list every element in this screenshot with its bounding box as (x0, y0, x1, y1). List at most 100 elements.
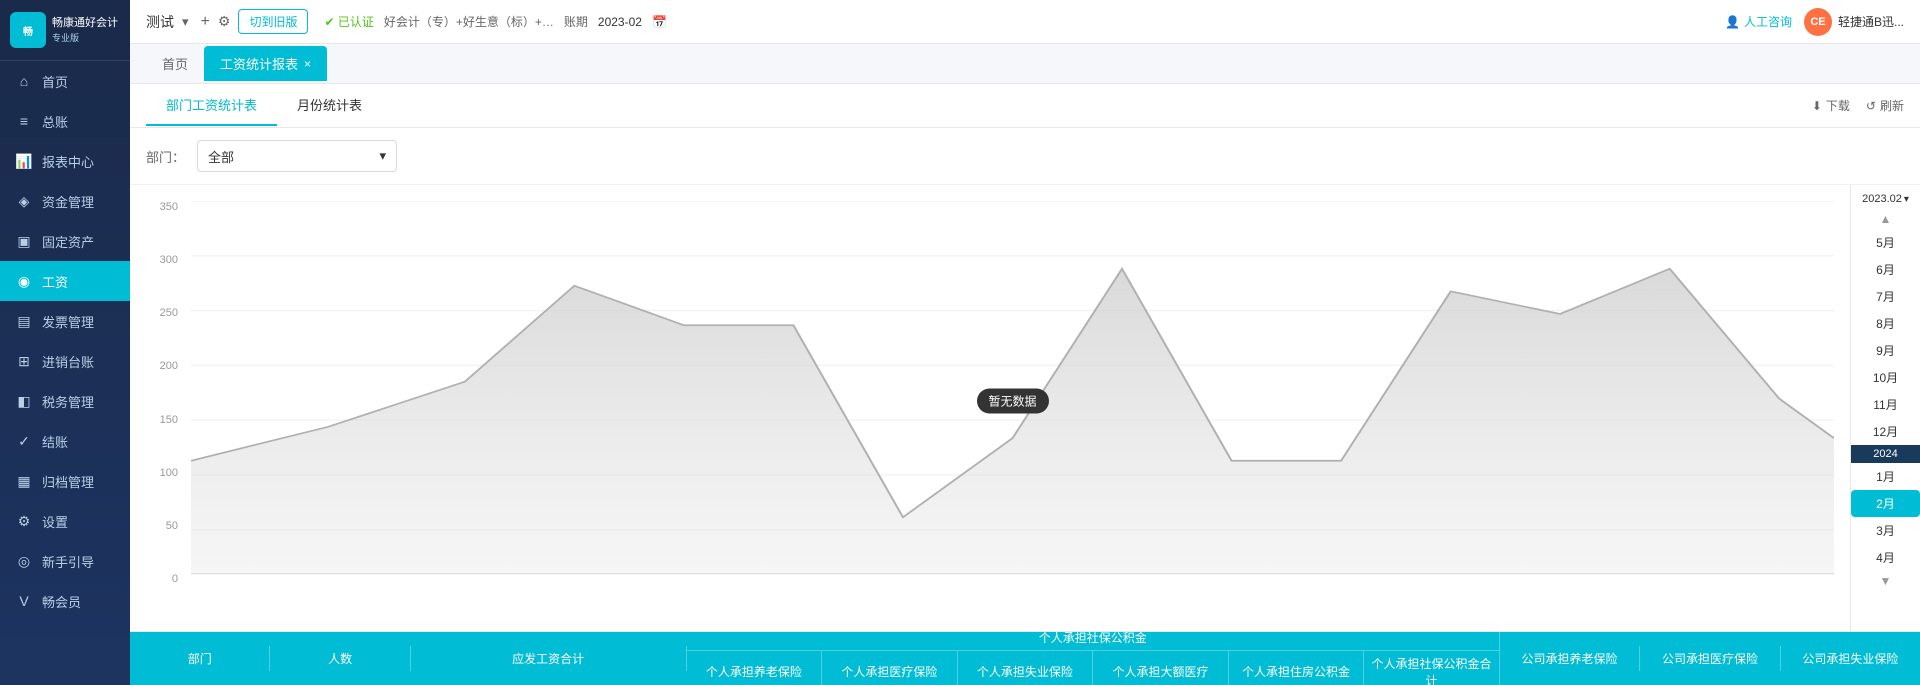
sidebar-item-label: 总账 (42, 112, 68, 131)
archive-icon: ▦ (14, 471, 34, 491)
table-header: 部门 人数 应发工资合计 个人承担社保公积金 个人承担养老保险 个人承担医疗保险… (130, 631, 1920, 685)
y-label-350: 350 (160, 201, 178, 213)
sidebar-item-ledger[interactable]: ≡ 总账 (0, 101, 130, 141)
sidebar-item-report[interactable]: 📊 报表中心 (0, 141, 130, 181)
tab-close-btn[interactable]: × (304, 57, 311, 71)
sidebar-item-settle[interactable]: ✓ 结账 (0, 421, 130, 461)
tabbar: 首页 工资统计报表 × (130, 44, 1920, 84)
y-label-50: 50 (166, 520, 178, 532)
chart-tooltip: 暂无数据 (976, 388, 1048, 413)
sidebar: 畅 畅康通好会计 专业版 ⌂ 首页 ≡ 总账 📊 报表中心 ◈ 资金管理 ▣ 固… (0, 0, 130, 685)
sidebar-item-sales[interactable]: ⊞ 进销台账 (0, 341, 130, 381)
sidebar-item-label: 归档管理 (42, 472, 94, 491)
sidebar-item-invoice[interactable]: ▤ 发票管理 (0, 301, 130, 341)
content-area: 部门工资统计表 月份统计表 ⬇ 下载 ↺ 刷新 部门： 全部 ▾ (130, 84, 1920, 685)
date-item-12[interactable]: 12月 (1851, 418, 1920, 445)
add-tab-btn[interactable]: + (201, 13, 210, 31)
y-label-100: 100 (160, 467, 178, 479)
sidebar-item-asset[interactable]: ▣ 固定资产 (0, 221, 130, 261)
member-icon: V (14, 591, 34, 611)
subtab-dept[interactable]: 部门工资统计表 (146, 85, 277, 126)
filter-value: 全部 (208, 147, 234, 166)
salary-icon: ◉ (14, 271, 34, 291)
tab-home[interactable]: 首页 (146, 46, 204, 81)
certified-badge: ✔ 已认证 (324, 13, 373, 30)
calendar-icon[interactable]: 📅 (652, 15, 667, 29)
th-personal-housing-fund: 个人承担住房公积金 (1229, 651, 1365, 685)
sidebar-item-label: 税务管理 (42, 392, 94, 411)
report-icon: 📊 (14, 151, 34, 171)
refresh-icon: ↺ (1866, 99, 1876, 113)
date-item-2024-4[interactable]: 4月 (1851, 544, 1920, 571)
th-company-medical: 公司承担医疗保险 (1640, 646, 1780, 671)
app-name: 畅康通好会计 (52, 16, 118, 30)
th-company-pension: 公司承担养老保险 (1500, 646, 1640, 671)
sidebar-item-label: 进销台账 (42, 352, 94, 371)
settings-gear-btn[interactable]: ⚙ (218, 13, 231, 30)
sidebar-item-label: 发票管理 (42, 312, 94, 331)
account-tags: 好会计（专）+好生意（标）+… (384, 13, 554, 30)
fund-icon: ◈ (14, 191, 34, 211)
sidebar-item-tax[interactable]: ◧ 税务管理 (0, 381, 130, 421)
user-name: 轻捷通B迅... (1838, 13, 1904, 30)
y-label-250: 250 (160, 307, 178, 319)
date-item-7[interactable]: 7月 (1851, 283, 1920, 310)
sidebar-item-label: 畅会员 (42, 592, 81, 611)
sidebar-item-archive[interactable]: ▦ 归档管理 (0, 461, 130, 501)
sidebar-item-salary[interactable]: ◉ 工资 (0, 261, 130, 301)
refresh-btn[interactable]: ↺ 刷新 (1866, 97, 1904, 114)
chart-container: 350 300 250 200 150 100 50 0 (146, 201, 1834, 615)
date-next-btn[interactable]: ▼ (1876, 571, 1896, 591)
date-item-5[interactable]: 5月 (1851, 229, 1920, 256)
chart-wrapper: 350 300 250 200 150 100 50 0 (130, 185, 1920, 631)
date-item-6[interactable]: 6月 (1851, 256, 1920, 283)
date-current-value: 2023.02 (1862, 193, 1902, 205)
dept-filter-label: 部门： (146, 147, 185, 166)
date-panel-header[interactable]: 2023.02 ▾ (1862, 193, 1909, 205)
chevron-down-icon: ▾ (379, 148, 386, 164)
date-item-2024-2[interactable]: 2月 (1851, 490, 1920, 517)
main-content: 测试 ▾ + ⚙ 切到旧版 ✔ 已认证 好会计（专）+好生意（标）+… 账期 2… (130, 0, 1920, 685)
date-item-2024-3[interactable]: 3月 (1851, 517, 1920, 544)
date-panel: 2023.02 ▾ ▲ 5月 6月 7月 8月 9月 10月 11月 12月 2… (1850, 185, 1920, 631)
filterbar: 部门： 全部 ▾ (130, 128, 1920, 185)
topbar: 测试 ▾ + ⚙ 切到旧版 ✔ 已认证 好会计（专）+好生意（标）+… 账期 2… (130, 0, 1920, 44)
sidebar-item-fund[interactable]: ◈ 资金管理 (0, 181, 130, 221)
guide-icon: ◎ (14, 551, 34, 571)
date-item-8[interactable]: 8月 (1851, 310, 1920, 337)
switch-old-btn[interactable]: 切到旧版 (238, 9, 308, 34)
date-item-9[interactable]: 9月 (1851, 337, 1920, 364)
th-dept: 部门 (130, 646, 270, 671)
sidebar-item-home[interactable]: ⌂ 首页 (0, 61, 130, 101)
date-prev-btn[interactable]: ▲ (1876, 209, 1896, 229)
user-menu[interactable]: CE 轻捷通B迅... (1804, 8, 1904, 36)
y-label-200: 200 (160, 360, 178, 372)
help-btn[interactable]: 👤 人工咨询 (1725, 13, 1792, 30)
subtabs-right: ⬇ 下载 ↺ 刷新 (1812, 97, 1904, 114)
date-item-10[interactable]: 10月 (1851, 364, 1920, 391)
download-icon: ⬇ (1812, 99, 1822, 113)
sidebar-item-label: 结账 (42, 432, 68, 451)
app-logo-icon: 畅 (10, 12, 46, 48)
sidebar-item-label: 报表中心 (42, 152, 94, 171)
th-total-salary: 应发工资合计 (411, 646, 687, 671)
settle-icon: ✓ (14, 431, 34, 451)
period-value: 2023-02 (598, 15, 642, 29)
download-btn[interactable]: ⬇ 下载 (1812, 97, 1850, 114)
sidebar-item-member[interactable]: V 畅会员 (0, 581, 130, 621)
subtab-monthly[interactable]: 月份统计表 (277, 85, 382, 126)
sidebar-item-guide[interactable]: ◎ 新手引导 (0, 541, 130, 581)
date-item-11[interactable]: 11月 (1851, 391, 1920, 418)
active-tab-label: 工资统计报表 (220, 54, 298, 73)
sidebar-nav: ⌂ 首页 ≡ 总账 📊 报表中心 ◈ 资金管理 ▣ 固定资产 ◉ 工资 ▤ 发票… (0, 61, 130, 685)
date-item-2024-1[interactable]: 1月 (1851, 463, 1920, 490)
topbar-actions: + ⚙ 切到旧版 (201, 9, 309, 34)
th-personal-major-medical: 个人承担大额医疗 (1093, 651, 1229, 685)
dept-filter-select[interactable]: 全部 ▾ (197, 140, 397, 172)
sidebar-logo: 畅 畅康通好会计 专业版 (0, 0, 130, 61)
company-dropdown-btn[interactable]: ▾ (182, 14, 189, 30)
tab-salary-report[interactable]: 工资统计报表 × (204, 46, 327, 81)
y-axis: 350 300 250 200 150 100 50 0 (146, 201, 186, 585)
sidebar-item-settings[interactable]: ⚙ 设置 (0, 501, 130, 541)
th-personal-pension: 个人承担养老保险 (687, 651, 823, 685)
